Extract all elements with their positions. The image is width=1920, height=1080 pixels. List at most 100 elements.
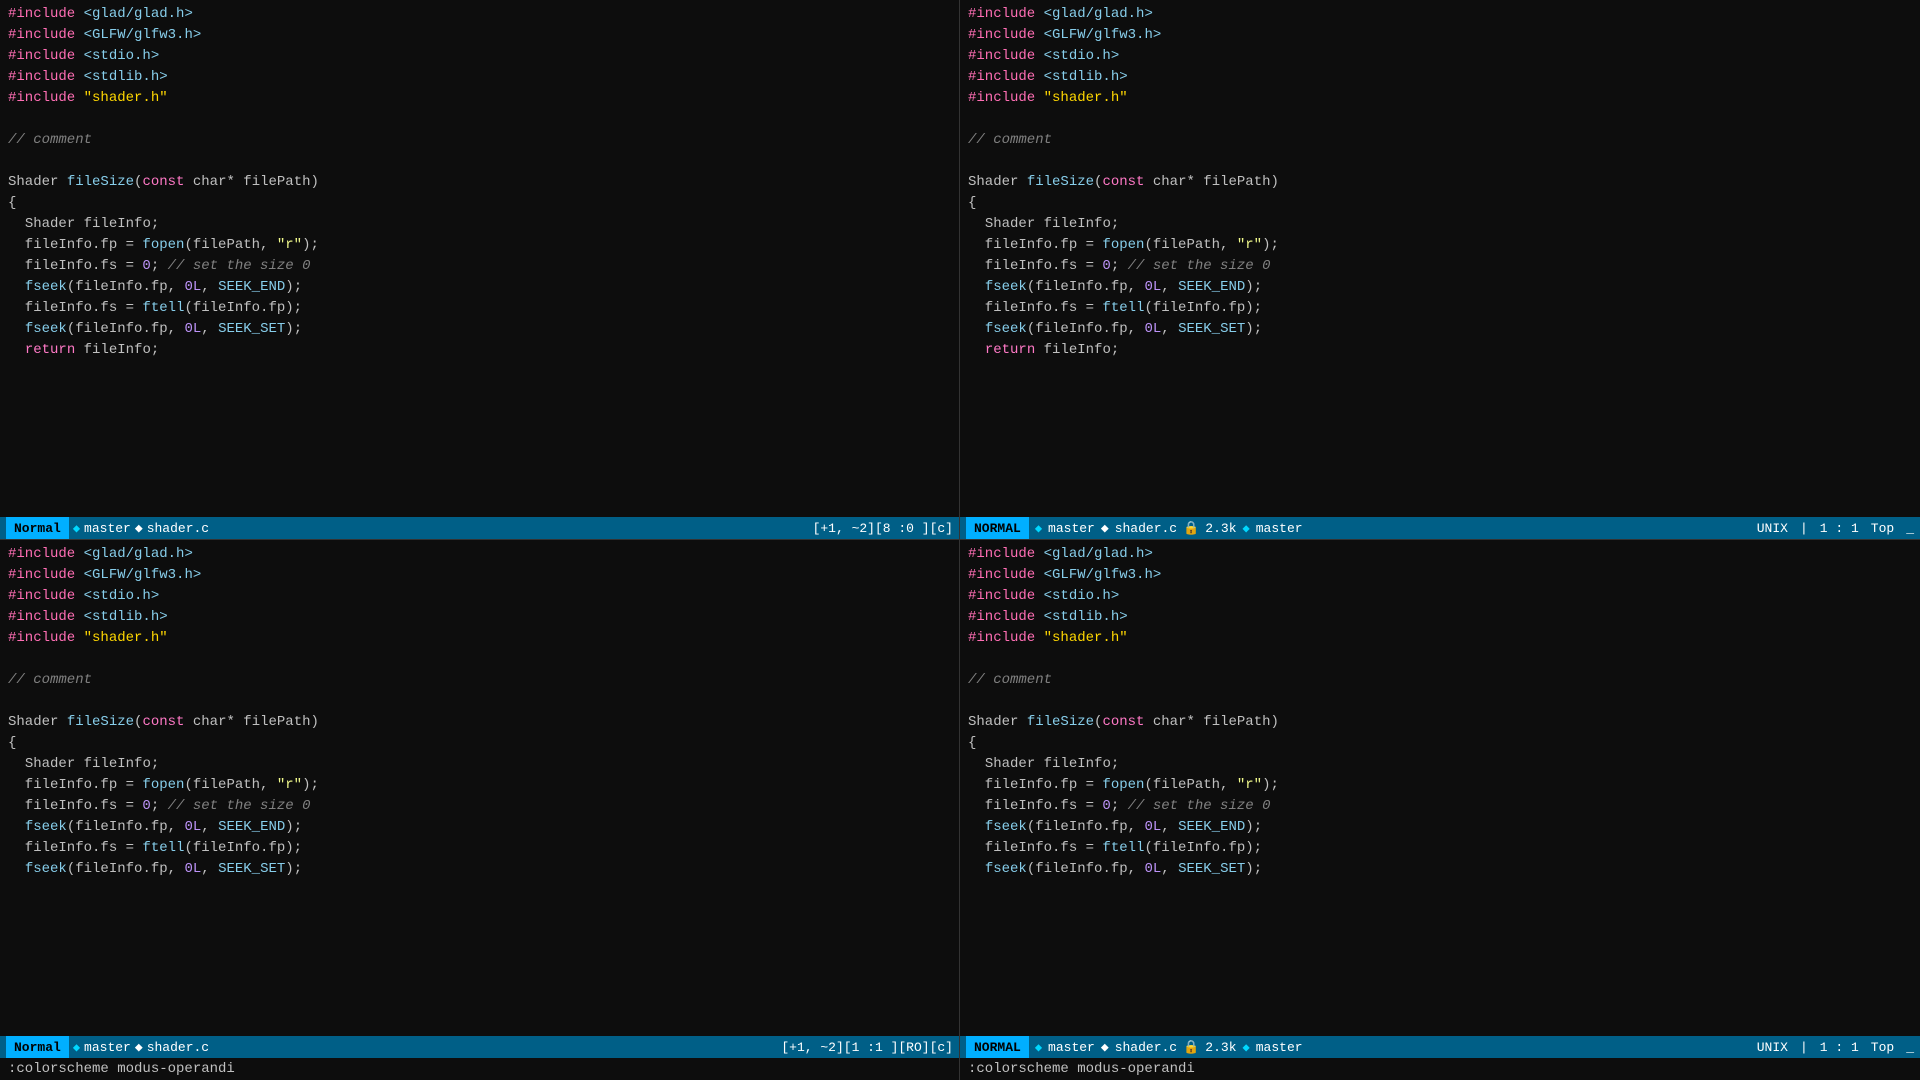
status-bar-4: NORMAL ◆ master ◆ shader.c 🔒 2.3k ◆ mast… [960, 1036, 1920, 1058]
branch-name-2: master [1048, 521, 1095, 536]
code-line: #include <GLFW/glfw3.h> [8, 565, 951, 586]
branch-name-4b: master [1256, 1040, 1303, 1055]
filesize-4: 2.3k [1205, 1040, 1236, 1055]
code-line: #include <glad/glad.h> [968, 544, 1912, 565]
code-line: Shader fileInfo; [8, 214, 951, 235]
code-area-4[interactable]: #include <glad/glad.h> #include <GLFW/gl… [960, 540, 1920, 1036]
separator-1: ◆ [135, 521, 143, 536]
pane-bottom-right: #include <glad/glad.h> #include <GLFW/gl… [960, 540, 1920, 1080]
pane-top-left: #include <glad/glad.h> #include <GLFW/gl… [0, 0, 960, 540]
status-bar-1: Normal ◆ master ◆ shader.c [+1, ~2][8 :0… [0, 517, 959, 539]
code-line: #include <GLFW/glfw3.h> [968, 565, 1912, 586]
code-line: fseek(fileInfo.fp, 0L, SEEK_SET); [8, 859, 951, 880]
command-text-4: :colorscheme modus-operandi [968, 1061, 1195, 1077]
code-line: Shader fileSize(const char* filePath) [968, 172, 1912, 193]
code-line [968, 649, 1912, 670]
diamond-icon-4b: ◆ [1243, 1040, 1250, 1055]
code-line: fileInfo.fs = 0; // set the size 0 [8, 256, 951, 277]
pane-top-right: #include <glad/glad.h> #include <GLFW/gl… [960, 0, 1920, 540]
diamond-icon-3: ◆ [73, 1040, 80, 1055]
code-line: fseek(fileInfo.fp, 0L, SEEK_END); [968, 817, 1912, 838]
code-line: #include <stdlib.h> [8, 67, 951, 88]
code-line: return fileInfo; [968, 340, 1912, 361]
code-line: { [8, 733, 951, 754]
code-line [8, 691, 951, 712]
code-line [8, 109, 951, 130]
code-line: fileInfo.fs = ftell(fileInfo.fp); [968, 838, 1912, 859]
code-area-3[interactable]: #include <glad/glad.h> #include <GLFW/gl… [0, 540, 959, 1036]
filesize-2: 2.3k [1205, 521, 1236, 536]
code-line: #include <stdio.h> [968, 46, 1912, 67]
separator-2: ◆ [1101, 521, 1109, 536]
code-line: Shader fileInfo; [8, 754, 951, 775]
command-text-3: :colorscheme modus-operandi [8, 1061, 235, 1077]
code-line: #include "shader.h" [968, 628, 1912, 649]
code-area-2[interactable]: #include <glad/glad.h> #include <GLFW/gl… [960, 0, 1920, 517]
scroll-4: Top [1871, 1040, 1894, 1055]
code-line: fileInfo.fp = fopen(filePath, "r"); [968, 235, 1912, 256]
code-line: fileInfo.fs = 0; // set the size 0 [968, 256, 1912, 277]
code-line [968, 691, 1912, 712]
code-line: { [968, 193, 1912, 214]
code-line: #include "shader.h" [968, 88, 1912, 109]
command-line-4[interactable]: :colorscheme modus-operandi [960, 1058, 1920, 1080]
code-line: // comment [8, 670, 951, 691]
separator-4: ◆ [1101, 1040, 1109, 1055]
code-line: fseek(fileInfo.fp, 0L, SEEK_END); [968, 277, 1912, 298]
code-line: Shader fileSize(const char* filePath) [968, 712, 1912, 733]
status-bar-2: NORMAL ◆ master ◆ shader.c 🔒 2.3k ◆ mast… [960, 517, 1920, 539]
underscore-4: _ [1906, 1040, 1914, 1055]
code-line: #include <glad/glad.h> [8, 544, 951, 565]
code-line: #include "shader.h" [8, 88, 951, 109]
mode-indicator-1: Normal [6, 517, 69, 539]
code-area-1[interactable]: #include <glad/glad.h> #include <GLFW/gl… [0, 0, 959, 517]
status-info-1: [+1, ~2][8 :0 ][c] [813, 521, 953, 536]
branch-name-1: master [84, 521, 131, 536]
filename-4: shader.c [1115, 1040, 1177, 1055]
code-line: Shader fileInfo; [968, 214, 1912, 235]
code-line [8, 151, 951, 172]
code-line: fseek(fileInfo.fp, 0L, SEEK_END); [8, 817, 951, 838]
code-line: Shader fileSize(const char* filePath) [8, 712, 951, 733]
code-line: fileInfo.fp = fopen(filePath, "r"); [968, 775, 1912, 796]
code-line: fileInfo.fs = ftell(fileInfo.fp); [8, 298, 951, 319]
filename-1: shader.c [147, 521, 209, 536]
scroll-2: Top [1871, 521, 1894, 536]
divider-4: | [1800, 1040, 1808, 1055]
command-line-3[interactable]: :colorscheme modus-operandi [0, 1058, 959, 1080]
code-line: // comment [968, 670, 1912, 691]
filename-2: shader.c [1115, 521, 1177, 536]
code-line [8, 649, 951, 670]
code-line: #include <stdlib.h> [968, 607, 1912, 628]
diamond-icon-2: ◆ [1035, 521, 1042, 536]
diamond-icon-4: ◆ [1035, 1040, 1042, 1055]
mode-indicator-2: NORMAL [966, 517, 1029, 539]
code-line: #include <stdlib.h> [968, 67, 1912, 88]
code-line: #include <stdio.h> [8, 46, 951, 67]
code-line: #include <glad/glad.h> [8, 4, 951, 25]
code-line: // comment [968, 130, 1912, 151]
unix-label-4: UNIX [1757, 1040, 1788, 1055]
code-line: fseek(fileInfo.fp, 0L, SEEK_SET); [968, 319, 1912, 340]
code-line: fileInfo.fs = 0; // set the size 0 [968, 796, 1912, 817]
lock-icon-2: 🔒 [1183, 521, 1199, 536]
underscore-2: _ [1906, 521, 1914, 536]
code-line: Shader fileInfo; [968, 754, 1912, 775]
branch-name-3: master [84, 1040, 131, 1055]
code-line: #include <stdlib.h> [8, 607, 951, 628]
code-line [968, 151, 1912, 172]
code-line: fseek(fileInfo.fp, 0L, SEEK_SET); [8, 319, 951, 340]
divider-2: | [1800, 521, 1808, 536]
code-line: { [8, 193, 951, 214]
branch-name-2b: master [1256, 521, 1303, 536]
pane-bottom-left: #include <glad/glad.h> #include <GLFW/gl… [0, 540, 960, 1080]
unix-label-2: UNIX [1757, 521, 1788, 536]
code-line: #include <glad/glad.h> [968, 4, 1912, 25]
code-line: #include <stdio.h> [8, 586, 951, 607]
code-line: fileInfo.fp = fopen(filePath, "r"); [8, 775, 951, 796]
code-line: return fileInfo; [8, 340, 951, 361]
code-line: #include <stdio.h> [968, 586, 1912, 607]
mode-indicator-3: Normal [6, 1036, 69, 1058]
code-line: // comment [8, 130, 951, 151]
diamond-icon-1: ◆ [73, 521, 80, 536]
